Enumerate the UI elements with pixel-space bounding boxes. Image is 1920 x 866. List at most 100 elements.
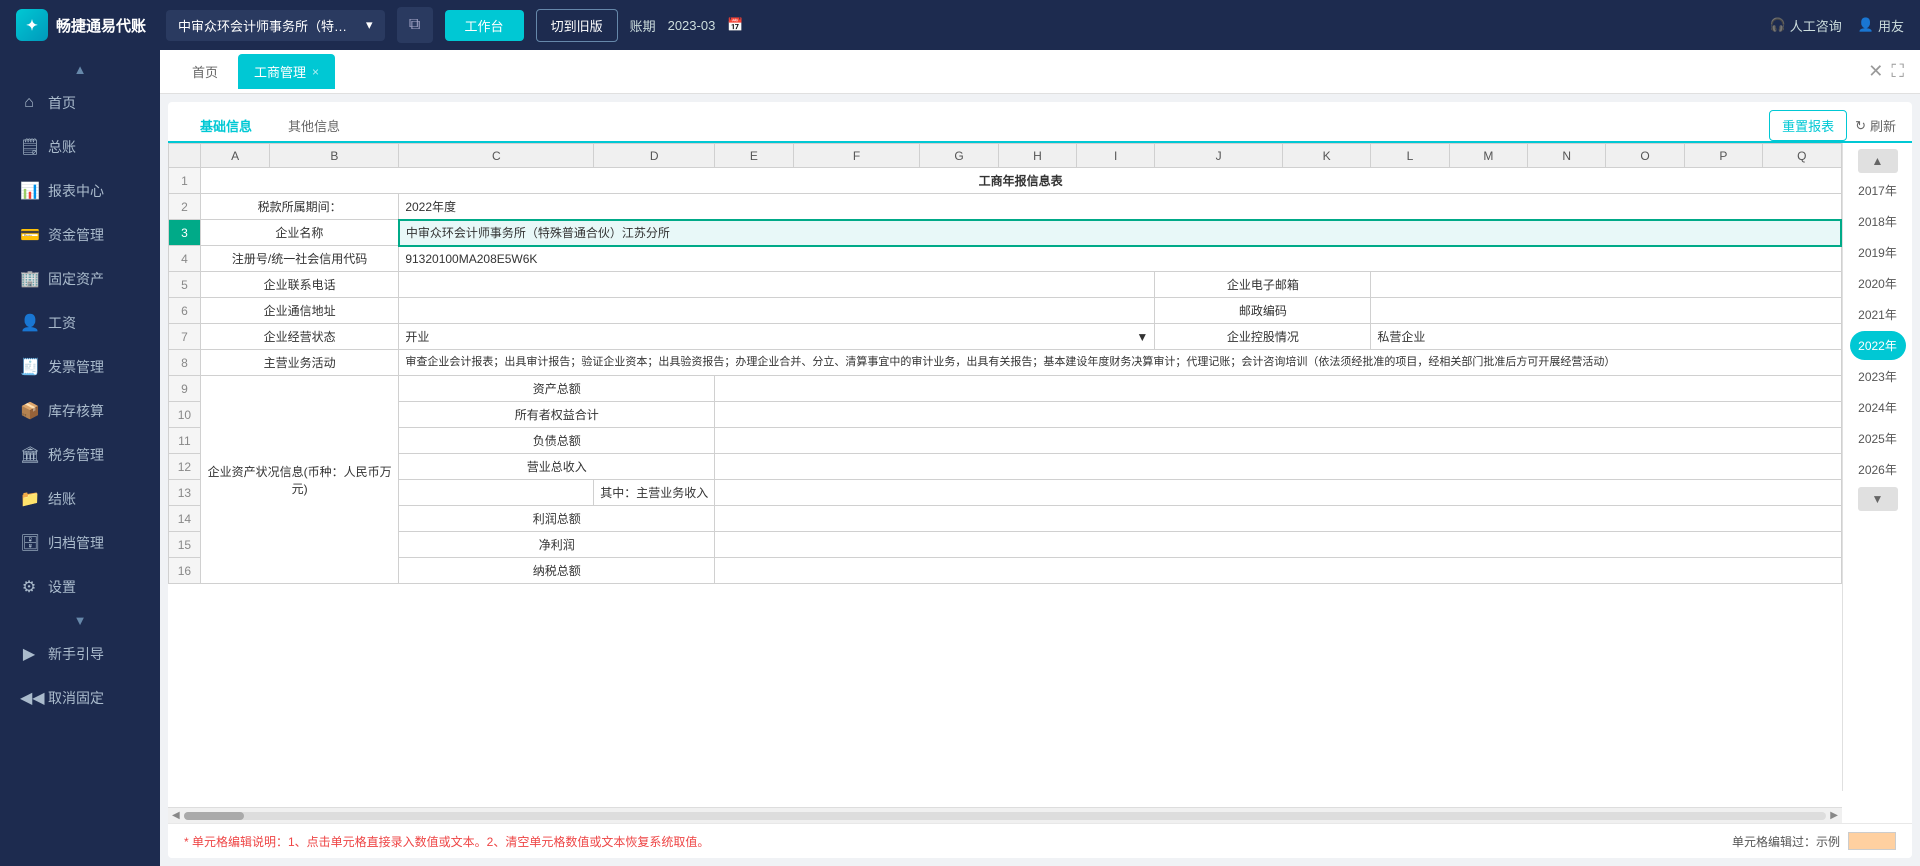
spreadsheet[interactable]: A B C D E F G H I J K L [168,143,1842,807]
company-value-cell[interactable]: 中审众环会计师事务所（特殊普通合伙）江苏分所 [399,220,1841,246]
revenue-value[interactable] [715,454,1841,480]
user-menu[interactable]: 👤 用友 [1858,16,1904,35]
col-header-d[interactable]: D [594,144,715,168]
copy-icon[interactable]: ⧉ [397,7,433,43]
col-header-a[interactable]: A [200,144,270,168]
main-biz-value[interactable]: 审查企业会计报表；出具审计报告；验证企业资本；出具验资报告；办理企业合并、分立、… [399,350,1841,376]
dropdown-arrow-icon[interactable]: ▼ [1136,330,1148,344]
scroll-track[interactable] [184,812,1827,820]
year-down-button[interactable]: ▼ [1858,487,1898,511]
address-value[interactable] [399,298,1155,324]
bottom-bar-right: 单元格编辑过：示例 [1732,832,1896,850]
col-header-l[interactable]: L [1371,144,1449,168]
refresh-button[interactable]: ↻ 刷新 [1855,116,1896,135]
ai-service[interactable]: 🎧 人工咨询 [1770,16,1842,35]
main-revenue-label: 其中：主营业务收入 [594,480,715,506]
col-header-b[interactable]: B [270,144,399,168]
sidebar-item-unpin[interactable]: ◀◀ 取消固定 [0,676,160,720]
year-2021[interactable]: 2021年 [1850,300,1906,329]
row-num-14: 14 [169,506,201,532]
table-row: 15 净利润 [169,532,1842,558]
col-header-k[interactable]: K [1282,144,1371,168]
scroll-left-icon[interactable]: ◀ [172,810,180,821]
email-value[interactable] [1371,272,1841,298]
total-assets-value[interactable] [715,376,1841,402]
year-up-button[interactable]: ▲ [1858,149,1898,173]
sidebar-item-inventory[interactable]: 📦 库存核算 [0,389,160,433]
phone-value[interactable] [399,272,1155,298]
switch-old-button[interactable]: 切到旧版 [536,9,618,42]
col-header-j[interactable]: J [1155,144,1283,168]
sidebar-scroll-down[interactable]: ▼ [0,609,160,632]
year-2024[interactable]: 2024年 [1850,393,1906,422]
user-label: 用友 [1878,16,1904,35]
col-header-f[interactable]: F [793,144,920,168]
col-header-n[interactable]: N [1528,144,1606,168]
table-row: 4 注册号/统一社会信用代码 91320100MA208E5W6K [169,246,1842,272]
col-header-c[interactable]: C [399,144,594,168]
col-header-o[interactable]: O [1606,144,1684,168]
window-expand-icon[interactable]: ⛶ [1891,61,1904,82]
equity-value[interactable] [715,402,1841,428]
sidebar-scroll-up[interactable]: ▲ [0,58,160,81]
sidebar-item-tax[interactable]: 🏛 税务管理 [0,433,160,477]
sidebar-item-assets[interactable]: 🏢 固定资产 [0,257,160,301]
total-assets-label: 资产总额 [399,376,715,402]
sidebar-item-archive[interactable]: 🗄 归档管理 [0,521,160,565]
scroll-right-icon[interactable]: ▶ [1830,810,1838,821]
calendar-icon[interactable]: 📅 [727,17,743,33]
sub-tab-basic[interactable]: 基础信息 [184,110,268,143]
window-close-icon[interactable]: ✕ [1868,61,1883,82]
col-header-i[interactable]: I [1077,144,1155,168]
tab-close-icon[interactable]: × [312,65,319,79]
sidebar-label-close: 结账 [48,489,76,509]
reg-value-cell[interactable]: 91320100MA208E5W6K [399,246,1841,272]
col-header-h[interactable]: H [998,144,1076,168]
postcode-value[interactable] [1371,298,1841,324]
sidebar-item-salary[interactable]: 👤 工资 [0,301,160,345]
table-row: 10 所有者权益合计 [169,402,1842,428]
workbench-button[interactable]: 工作台 [445,10,524,41]
ledger-icon: 🗒 [20,137,38,157]
year-2020[interactable]: 2020年 [1850,269,1906,298]
period-value-cell[interactable]: 2022年度 [399,194,1841,220]
liabilities-value[interactable] [715,428,1841,454]
sub-tab-other[interactable]: 其他信息 [272,110,356,141]
profit-value[interactable] [715,506,1841,532]
sidebar-label-invoice: 发票管理 [48,357,104,377]
biz-status-value[interactable]: 开业 ▼ [399,324,1155,350]
year-2019[interactable]: 2019年 [1850,238,1906,267]
tab-bar: 首页 工商管理 × ✕ ⛶ [160,50,1920,94]
horizontal-scrollbar[interactable]: ◀ ▶ [168,807,1842,823]
col-header-p[interactable]: P [1684,144,1762,168]
col-header-g[interactable]: G [920,144,998,168]
main-revenue-value[interactable] [715,480,1841,506]
year-2026[interactable]: 2026年 [1850,455,1906,484]
year-2023[interactable]: 2023年 [1850,362,1906,391]
sidebar-item-home[interactable]: ⌂ 首页 [0,81,160,125]
logo-icon: ✦ [16,9,48,41]
scroll-thumb[interactable] [184,812,244,820]
holding-value[interactable]: 私营企业 [1371,324,1841,350]
net-profit-value[interactable] [715,532,1841,558]
company-selector[interactable]: 中审众环会计师事务所（特殊普通合伙... ▾ [166,10,385,41]
sidebar-item-capital[interactable]: 💳 资金管理 [0,213,160,257]
sidebar-item-settings[interactable]: ⚙ 设置 [0,565,160,609]
sidebar-item-close[interactable]: 📁 结账 [0,477,160,521]
tab-home[interactable]: 首页 [176,54,234,89]
col-header-m[interactable]: M [1449,144,1527,168]
year-2018[interactable]: 2018年 [1850,207,1906,236]
sidebar-item-guide[interactable]: ▶ 新手引导 [0,632,160,676]
year-2017[interactable]: 2017年 [1850,176,1906,205]
col-header-q[interactable]: Q [1763,144,1842,168]
sheet-title[interactable]: 工商年报信息表 [200,168,1841,194]
sidebar-item-report[interactable]: 📊 报表中心 [0,169,160,213]
year-2022[interactable]: 2022年 [1850,331,1906,360]
reset-button[interactable]: 重置报表 [1769,110,1847,141]
tax-total-value[interactable] [715,558,1841,584]
sidebar-item-invoice[interactable]: 🧾 发票管理 [0,345,160,389]
tab-biz[interactable]: 工商管理 × [238,54,335,89]
year-2025[interactable]: 2025年 [1850,424,1906,453]
sidebar-item-ledger[interactable]: 🗒 总账 [0,125,160,169]
col-header-e[interactable]: E [715,144,793,168]
